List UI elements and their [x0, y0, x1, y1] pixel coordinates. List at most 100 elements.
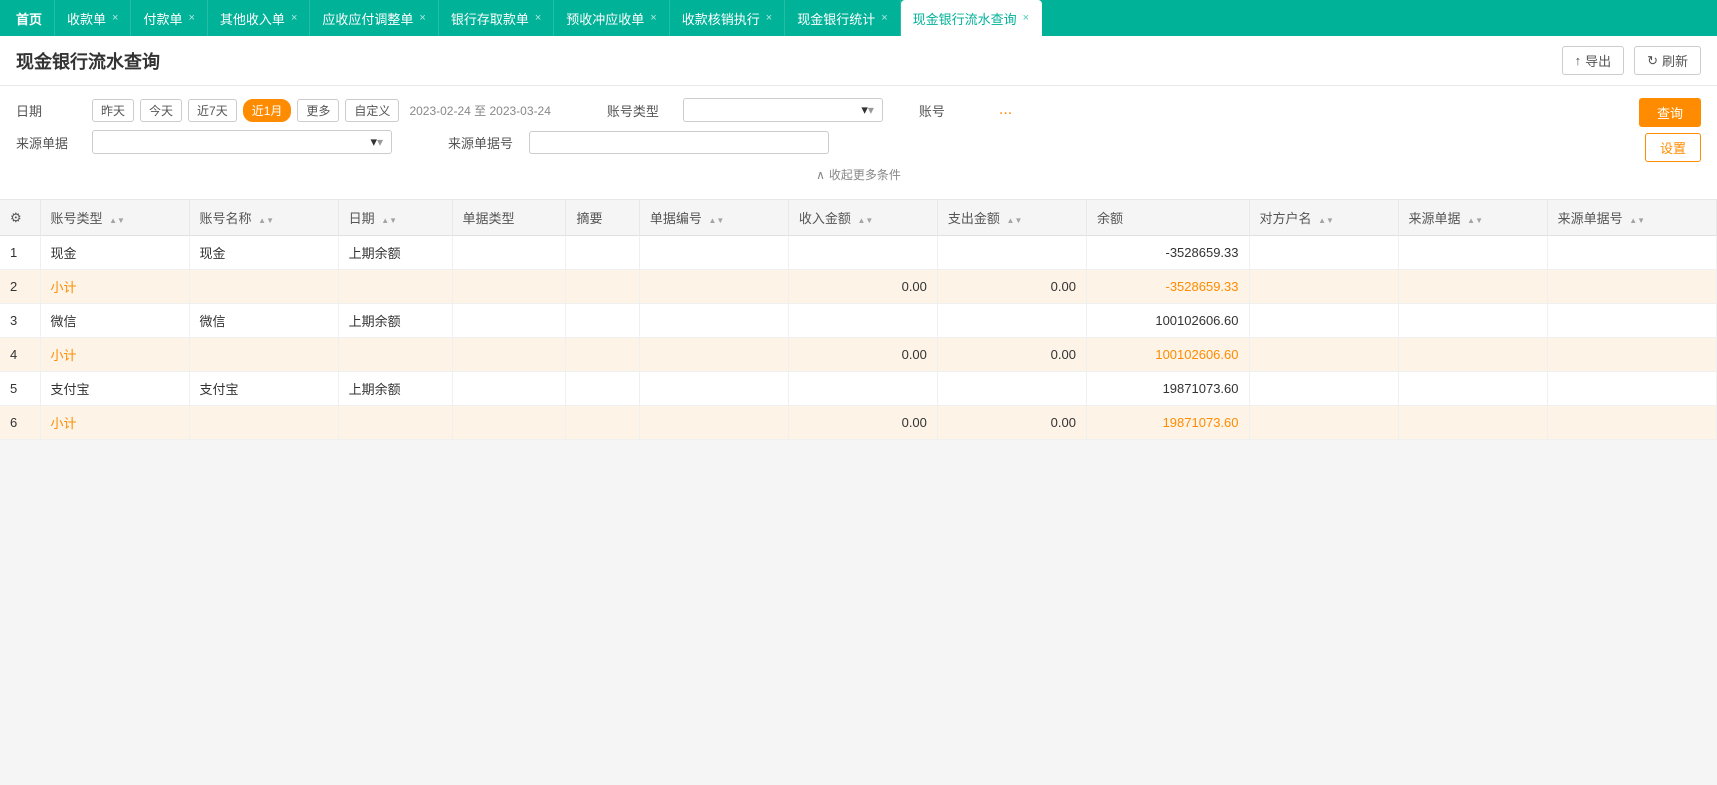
source-doc-no-input[interactable] — [529, 131, 829, 154]
sort-income[interactable]: ▲▼ — [858, 217, 874, 225]
table-cell: 3 — [0, 304, 40, 338]
export-button[interactable]: ↑ 导出 — [1562, 46, 1625, 75]
table-row: 4小计0.000.00100102606.60 — [0, 338, 1717, 372]
nav-receipt-verify[interactable]: 收款核销执行 × — [670, 0, 785, 36]
th-expense-label: 支出金额 — [948, 211, 1000, 226]
page-title: 现金银行流水查询 — [16, 48, 160, 74]
sort-account-name[interactable]: ▲▼ — [258, 217, 274, 225]
filter-area: 日期 昨天 今天 近7天 近1月 更多 自定义 2023-02-24 至 202… — [0, 86, 1717, 200]
nav-prepay-offset-label: 预收冲应收单 — [566, 9, 644, 28]
sort-source-doc-no[interactable]: ▲▼ — [1629, 217, 1645, 225]
date-options: 昨天 今天 近7天 近1月 更多 自定义 2023-02-24 至 2023-0… — [92, 99, 551, 122]
table-cell — [639, 338, 788, 372]
date-btn-1month[interactable]: 近1月 — [243, 99, 292, 122]
table-cell — [189, 338, 338, 372]
table-cell — [639, 270, 788, 304]
table-cell — [1398, 372, 1547, 406]
nav-cash-bank-stat[interactable]: 现金银行统计 × — [785, 0, 900, 36]
nav-ar-ap-adj[interactable]: 应收应付调整单 × — [310, 0, 438, 36]
nav-receipt[interactable]: 收款单 × — [55, 0, 131, 36]
th-date: 日期 ▲▼ — [338, 200, 452, 236]
filter-left: 日期 昨天 今天 近7天 近1月 更多 自定义 2023-02-24 至 202… — [16, 98, 1639, 162]
table-body: 1现金现金上期余额-3528659.332小计0.000.00-3528659.… — [0, 236, 1717, 440]
table-cell — [1398, 406, 1547, 440]
table-cell — [452, 304, 566, 338]
table-row: 2小计0.000.00-3528659.33 — [0, 270, 1717, 304]
date-btn-custom[interactable]: 自定义 — [345, 99, 399, 122]
data-table: ⚙ 账号类型 ▲▼ 账号名称 ▲▼ 日期 ▲▼ 单据类型 摘 — [0, 200, 1717, 440]
table-cell: 0.00 — [788, 270, 937, 304]
table-cell — [937, 236, 1086, 270]
table-cell — [1249, 270, 1398, 304]
query-button[interactable]: 查询 — [1639, 98, 1701, 127]
collapse-bar[interactable]: ∧ 收起更多条件 — [16, 162, 1701, 187]
table-cell: 0.00 — [937, 270, 1086, 304]
th-source-doc-label: 来源单据 — [1409, 211, 1461, 226]
table-cell: 0.00 — [788, 406, 937, 440]
table-cell — [338, 338, 452, 372]
account-number-label: 账号 — [919, 101, 979, 120]
table-cell — [1398, 236, 1547, 270]
filter-row-1: 日期 昨天 今天 近7天 近1月 更多 自定义 2023-02-24 至 202… — [16, 98, 1639, 122]
refresh-icon: ↻ — [1647, 53, 1658, 69]
table-cell: 上期余额 — [338, 236, 452, 270]
table-cell — [452, 270, 566, 304]
th-account-name: 账号名称 ▲▼ — [189, 200, 338, 236]
th-account-name-label: 账号名称 — [200, 211, 252, 226]
date-btn-yesterday[interactable]: 昨天 — [92, 99, 134, 122]
th-summary-label: 摘要 — [576, 211, 602, 226]
table-cell: -3528659.33 — [1086, 270, 1249, 304]
nav-payment[interactable]: 付款单 × — [131, 0, 207, 36]
sort-counterpart[interactable]: ▲▼ — [1318, 217, 1334, 225]
settings-button[interactable]: 设置 — [1645, 133, 1701, 162]
nav-prepay-offset-close[interactable]: × — [650, 12, 656, 24]
table-cell: 支付宝 — [40, 372, 189, 406]
th-doc-type-label: 单据类型 — [463, 211, 515, 226]
nav-cash-bank-stat-close[interactable]: × — [881, 12, 887, 24]
nav-other-income[interactable]: 其他收入单 × — [208, 0, 310, 36]
refresh-button[interactable]: ↻ 刷新 — [1634, 46, 1701, 75]
th-doc-no: 单据编号 ▲▼ — [639, 200, 788, 236]
table-cell — [1547, 304, 1716, 338]
sort-expense[interactable]: ▲▼ — [1007, 217, 1023, 225]
sort-source-doc[interactable]: ▲▼ — [1467, 217, 1483, 225]
nav-ar-ap-adj-label: 应收应付调整单 — [322, 9, 413, 28]
date-btn-7days[interactable]: 近7天 — [188, 99, 237, 122]
nav-receipt-close[interactable]: × — [112, 12, 118, 24]
table-settings-icon[interactable]: ⚙ — [10, 210, 22, 225]
nav-other-income-close[interactable]: × — [291, 12, 297, 24]
table-cell — [788, 372, 937, 406]
source-doc-select[interactable]: ▾ — [92, 130, 392, 154]
sort-account-type[interactable]: ▲▼ — [109, 217, 125, 225]
th-settings: ⚙ — [0, 200, 40, 236]
nav-bank-deposit[interactable]: 银行存取款单 × — [439, 0, 554, 36]
nav-cash-bank-query[interactable]: 现金银行流水查询 × — [901, 0, 1042, 36]
table-cell — [1547, 338, 1716, 372]
date-btn-more[interactable]: 更多 — [297, 99, 339, 122]
table-cell: 小计 — [40, 270, 189, 304]
account-type-select[interactable]: ▾ — [683, 98, 883, 122]
nav-bank-deposit-close[interactable]: × — [535, 12, 541, 24]
top-navigation: 首页 收款单 × 付款单 × 其他收入单 × 应收应付调整单 × 银行存取款单 … — [0, 0, 1717, 36]
table-cell — [937, 304, 1086, 338]
th-balance-label: 余额 — [1097, 211, 1123, 226]
th-income-label: 收入金额 — [799, 211, 851, 226]
nav-home[interactable]: 首页 — [4, 0, 55, 36]
sort-date[interactable]: ▲▼ — [381, 217, 397, 225]
nav-cash-bank-query-label: 现金银行流水查询 — [913, 9, 1017, 28]
nav-receipt-verify-close[interactable]: × — [766, 12, 772, 24]
nav-cash-bank-query-close[interactable]: × — [1023, 12, 1029, 24]
sort-doc-no[interactable]: ▲▼ — [708, 217, 724, 225]
date-btn-today[interactable]: 今天 — [140, 99, 182, 122]
th-account-type: 账号类型 ▲▼ — [40, 200, 189, 236]
table-cell — [1249, 236, 1398, 270]
table-cell: 小计 — [40, 406, 189, 440]
nav-prepay-offset[interactable]: 预收冲应收单 × — [554, 0, 669, 36]
table-cell — [189, 270, 338, 304]
nav-payment-close[interactable]: × — [188, 12, 194, 24]
table-row: 3微信微信上期余额100102606.60 — [0, 304, 1717, 338]
table-cell: 微信 — [40, 304, 189, 338]
nav-ar-ap-adj-close[interactable]: × — [419, 12, 425, 24]
table-row: 1现金现金上期余额-3528659.33 — [0, 236, 1717, 270]
account-number-dots[interactable]: ... — [995, 101, 1016, 119]
